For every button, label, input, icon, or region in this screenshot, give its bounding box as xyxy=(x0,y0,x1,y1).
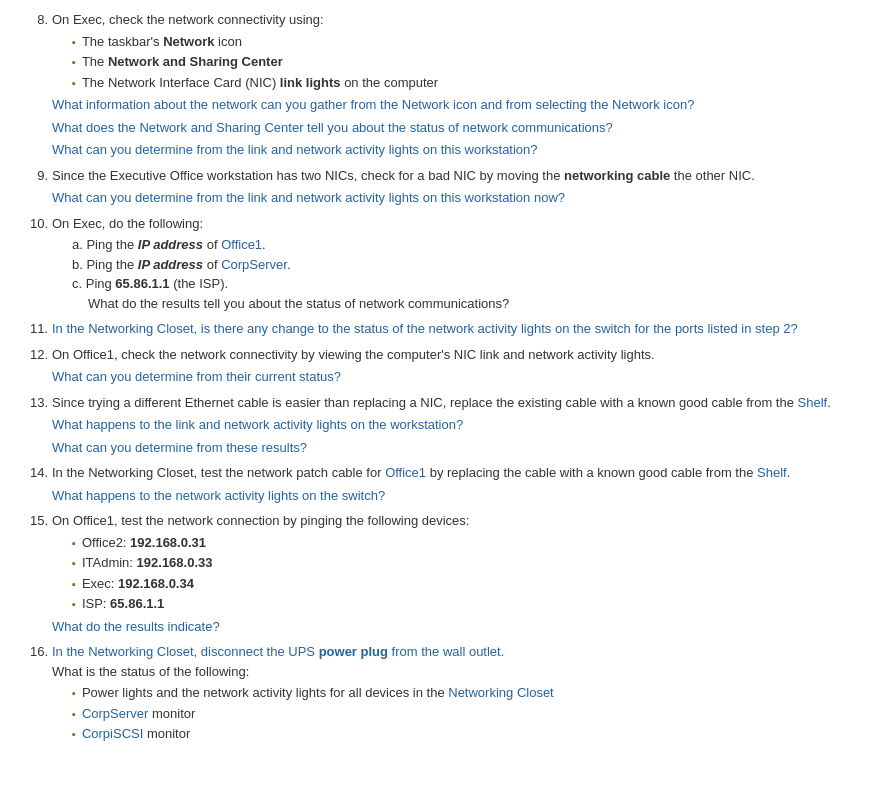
question-text: What information about the network can y… xyxy=(52,95,869,115)
alpha-list: a. Ping the IP address of Office1. b. Pi… xyxy=(72,235,869,313)
sub-item-text: Office2: 192.168.0.31 xyxy=(82,533,206,553)
item-text: On Exec, check the network connectivity … xyxy=(52,12,324,27)
item-text: On Exec, do the following: xyxy=(52,216,203,231)
list-item: 16. In the Networking Closet, disconnect… xyxy=(20,642,869,746)
list-item: ▪ CorpServer monitor xyxy=(72,704,869,724)
list-item: 14. In the Networking Closet, test the n… xyxy=(20,463,869,505)
alpha-item: a. Ping the IP address of Office1. xyxy=(72,235,869,255)
question-text: What can you determine from their curren… xyxy=(52,367,869,387)
bullet-icon: ▪ xyxy=(72,706,76,723)
item-text: Since trying a different Ethernet cable … xyxy=(52,395,831,410)
bullet-icon: ▪ xyxy=(72,555,76,572)
main-content: 8. On Exec, check the network connectivi… xyxy=(20,10,869,746)
alpha-question: What do the results tell you about the s… xyxy=(88,294,869,314)
question-text: What happens to the link and network act… xyxy=(52,415,869,435)
list-item: 10. On Exec, do the following: a. Ping t… xyxy=(20,214,869,314)
sub-list: ▪ Office2: 192.168.0.31 ▪ ITAdmin: 192.1… xyxy=(72,533,869,614)
item-text: On Office1, test the network connection … xyxy=(52,513,469,528)
bullet-icon: ▪ xyxy=(72,34,76,51)
bullet-icon: ▪ xyxy=(72,54,76,71)
item-number: 8. xyxy=(20,10,48,160)
sub-item-text: Power lights and the network activity li… xyxy=(82,683,554,703)
list-item: 8. On Exec, check the network connectivi… xyxy=(20,10,869,160)
question-text: What can you determine from the link and… xyxy=(52,140,869,160)
item-body: In the Networking Closet, disconnect the… xyxy=(52,642,869,746)
list-item: ▪ Power lights and the network activity … xyxy=(72,683,869,703)
question-text: What does the Network and Sharing Center… xyxy=(52,118,869,138)
list-item: 11. In the Networking Closet, is there a… xyxy=(20,319,869,339)
sub-item-text: ISP: 65.86.1.1 xyxy=(82,594,164,614)
item-number: 11. xyxy=(20,319,48,339)
question-text: What do the results indicate? xyxy=(52,617,869,637)
question-text: What can you determine from the link and… xyxy=(52,188,869,208)
list-item: ▪ The taskbar's Network icon xyxy=(72,32,869,52)
question-text: What happens to the network activity lig… xyxy=(52,486,869,506)
sub-item-text: The taskbar's Network icon xyxy=(82,32,242,52)
bullet-icon: ▪ xyxy=(72,726,76,743)
item-body: On Office1, check the network connectivi… xyxy=(52,345,869,387)
list-item: 9. Since the Executive Office workstatio… xyxy=(20,166,869,208)
list-item: ▪ The Network Interface Card (NIC) link … xyxy=(72,73,869,93)
item-text: In the Networking Closet, disconnect the… xyxy=(52,644,504,659)
bullet-icon: ▪ xyxy=(72,596,76,613)
list-item: ▪ ISP: 65.86.1.1 xyxy=(72,594,869,614)
sub-list: ▪ The taskbar's Network icon ▪ The Netwo… xyxy=(72,32,869,93)
item-text: Since the Executive Office workstation h… xyxy=(52,168,755,183)
bullet-icon: ▪ xyxy=(72,685,76,702)
sub-item-text: The Network and Sharing Center xyxy=(82,52,283,72)
list-item: ▪ Office2: 192.168.0.31 xyxy=(72,533,869,553)
bullet-icon: ▪ xyxy=(72,576,76,593)
sub-list: ▪ Power lights and the network activity … xyxy=(72,683,869,744)
item-body: On Exec, check the network connectivity … xyxy=(52,10,869,160)
item-number: 14. xyxy=(20,463,48,505)
alpha-item: c. Ping 65.86.1.1 (the ISP). xyxy=(72,274,869,294)
item-body: On Office1, test the network connection … xyxy=(52,511,869,636)
list-item: 12. On Office1, check the network connec… xyxy=(20,345,869,387)
sub-item-text: The Network Interface Card (NIC) link li… xyxy=(82,73,438,93)
list-item: ▪ ITAdmin: 192.168.0.33 xyxy=(72,553,869,573)
sub-item-text: ITAdmin: 192.168.0.33 xyxy=(82,553,213,573)
alpha-item: b. Ping the IP address of CorpServer. xyxy=(72,255,869,275)
item-number: 12. xyxy=(20,345,48,387)
item-body: On Exec, do the following: a. Ping the I… xyxy=(52,214,869,314)
item-body: Since trying a different Ethernet cable … xyxy=(52,393,869,458)
item-number: 10. xyxy=(20,214,48,314)
sub-item-text: Exec: 192.168.0.34 xyxy=(82,574,194,594)
list-item: ▪ CorpiSCSI monitor xyxy=(72,724,869,744)
list-item: 13. Since trying a different Ethernet ca… xyxy=(20,393,869,458)
list-item: ▪ The Network and Sharing Center xyxy=(72,52,869,72)
item-body: In the Networking Closet, test the netwo… xyxy=(52,463,869,505)
item-text: In the Networking Closet, is there any c… xyxy=(52,321,798,336)
sub-item-text: CorpServer monitor xyxy=(82,704,195,724)
item-body: Since the Executive Office workstation h… xyxy=(52,166,869,208)
list-item: 15. On Office1, test the network connect… xyxy=(20,511,869,636)
list-item: ▪ Exec: 192.168.0.34 xyxy=(72,574,869,594)
item-number: 13. xyxy=(20,393,48,458)
question-text: What can you determine from these result… xyxy=(52,438,869,458)
bullet-icon: ▪ xyxy=(72,75,76,92)
item-number: 16. xyxy=(20,642,48,746)
item-text: In the Networking Closet, test the netwo… xyxy=(52,465,790,480)
item-body: In the Networking Closet, is there any c… xyxy=(52,319,869,339)
item-number: 9. xyxy=(20,166,48,208)
sub-item-text: CorpiSCSI monitor xyxy=(82,724,190,744)
item-text: On Office1, check the network connectivi… xyxy=(52,347,655,362)
what-status-label: What is the status of the following: xyxy=(52,664,249,679)
bullet-icon: ▪ xyxy=(72,535,76,552)
item-number: 15. xyxy=(20,511,48,636)
